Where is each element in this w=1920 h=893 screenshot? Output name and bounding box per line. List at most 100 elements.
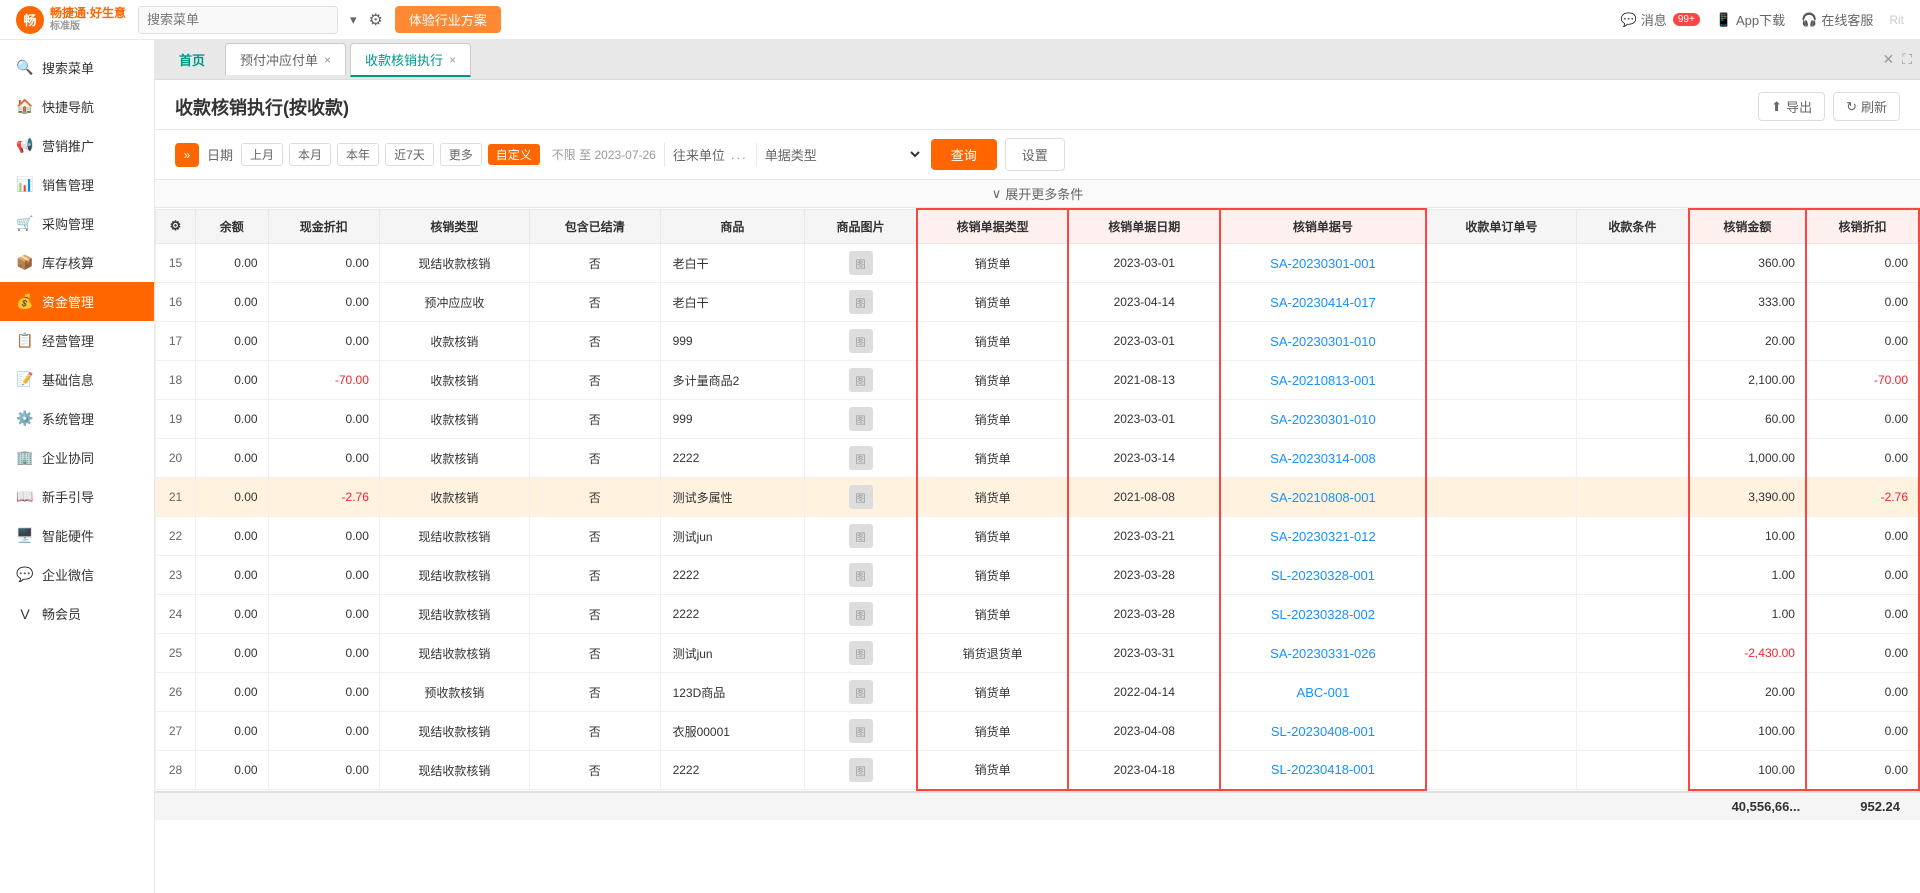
custom-date-btn[interactable]: 自定义 — [488, 144, 540, 165]
solution-button[interactable]: 体验行业方案 — [395, 6, 501, 33]
voucher-no-link[interactable]: SL-20230328-002 — [1271, 607, 1375, 622]
voucher-no-link[interactable]: SA-20230414-017 — [1270, 295, 1376, 310]
sidebar-item-guide[interactable]: 📖 新手引导 — [0, 477, 154, 516]
voucher-no-cell[interactable]: ABC-001 — [1220, 673, 1426, 712]
voucher-no-link[interactable]: SA-20230301-010 — [1270, 412, 1376, 427]
search-input[interactable] — [138, 6, 338, 34]
search-dropdown[interactable]: ▾ — [350, 12, 357, 28]
voucher-no-cell[interactable]: SA-20230301-010 — [1220, 322, 1426, 361]
online-service-link[interactable]: 🎧 在线客服 — [1801, 10, 1873, 29]
sidebar-item-finance[interactable]: 💰 资金管理 — [0, 282, 154, 321]
this-year-btn[interactable]: 本年 — [337, 143, 379, 166]
expand-more-button[interactable]: ∨ 展开更多条件 — [992, 184, 1084, 203]
voucher-no-link[interactable]: SA-20230301-001 — [1270, 256, 1376, 271]
brand-line2: 标准版 — [50, 21, 126, 33]
voucher-no-link[interactable]: SA-20230314-008 — [1270, 451, 1376, 466]
include-settled-cell: 否 — [529, 283, 660, 322]
last-month-btn[interactable]: 上月 — [241, 143, 283, 166]
sidebar-item-wechat[interactable]: 💬 企业微信 — [0, 555, 154, 594]
voucher-date-cell: 2021-08-08 — [1068, 478, 1220, 517]
voucher-no-cell[interactable]: SA-20230314-008 — [1220, 439, 1426, 478]
voucher-no-cell[interactable]: SA-20230414-017 — [1220, 283, 1426, 322]
voucher-no-link[interactable]: SA-20210813-001 — [1270, 373, 1376, 388]
query-button[interactable]: 查询 — [931, 139, 997, 170]
wechat-icon: 💬 — [16, 566, 34, 584]
voucher-no-link[interactable]: SL-20230328-001 — [1271, 568, 1375, 583]
close-window-btn[interactable]: ✕ — [1882, 51, 1894, 68]
row-no: 17 — [156, 322, 196, 361]
voucher-no-cell[interactable]: SL-20230408-001 — [1220, 712, 1426, 751]
voucher-no-link[interactable]: SA-20230331-026 — [1270, 646, 1376, 661]
voucher-no-cell[interactable]: SA-20210813-001 — [1220, 361, 1426, 400]
tab-prepay[interactable]: 预付冲应付单 × — [225, 43, 346, 76]
doc-type-label: 单据类型 — [765, 145, 817, 164]
receipt-condition-cell — [1577, 634, 1689, 673]
app-download-link[interactable]: 📱 App下载 — [1716, 10, 1785, 29]
gear-icon[interactable]: ⚙ — [369, 10, 383, 30]
table-scroll[interactable]: ⚙ 余额 现金折扣 核销类型 包含已结清 商品 商品图片 核销单据类型 核销单据… — [155, 208, 1920, 791]
sidebar-item-member[interactable]: V 畅会员 — [0, 594, 154, 633]
expand-window-btn[interactable]: ⛶ — [1902, 51, 1912, 68]
voucher-no-link[interactable]: SA-20230321-012 — [1270, 529, 1376, 544]
sidebar-item-sales[interactable]: 📊 销售管理 — [0, 165, 154, 204]
writeoff-type-cell: 收款核销 — [379, 322, 529, 361]
voucher-no-link[interactable]: ABC-001 — [1297, 685, 1350, 700]
voucher-type-cell: 销货单 — [917, 244, 1069, 283]
sidebar-item-inventory[interactable]: 📦 库存核算 — [0, 243, 154, 282]
writeoff-type-cell: 现结收款核销 — [379, 634, 529, 673]
table-row: 20 0.00 0.00 收款核销 否 2222 图 销货单 2023-03-1… — [156, 439, 1920, 478]
voucher-no-cell[interactable]: SA-20230301-010 — [1220, 400, 1426, 439]
purchase-icon: 🛒 — [16, 215, 34, 233]
more-btn[interactable]: 更多 — [440, 143, 482, 166]
writeoff-amount-cell: 100.00 — [1689, 751, 1806, 790]
sidebar-item-label: 搜索菜单 — [42, 58, 94, 77]
voucher-no-cell[interactable]: SL-20230328-001 — [1220, 556, 1426, 595]
sidebar-item-quicknav[interactable]: 🏠 快捷导航 — [0, 87, 154, 126]
doc-type-select[interactable] — [823, 146, 923, 163]
col-balance: 余额 — [196, 209, 269, 244]
sidebar-item-marketing[interactable]: 📢 营销推广 — [0, 126, 154, 165]
voucher-no-cell[interactable]: SL-20230328-002 — [1220, 595, 1426, 634]
writeoff-amount-cell: 1,000.00 — [1689, 439, 1806, 478]
col-gear[interactable]: ⚙ — [156, 209, 196, 244]
voucher-no-cell[interactable]: SA-20230301-001 — [1220, 244, 1426, 283]
last7days-btn[interactable]: 近7天 — [385, 143, 434, 166]
notification-link[interactable]: 💬 消息 99+ — [1621, 10, 1700, 29]
refresh-button[interactable]: ↻ 刷新 — [1833, 92, 1900, 121]
receipt-order-cell — [1426, 478, 1577, 517]
tab-receipt-close[interactable]: × — [449, 53, 456, 67]
tab-home[interactable]: 首页 — [163, 50, 221, 69]
filter-expand-button[interactable]: » — [175, 143, 199, 167]
voucher-no-link[interactable]: SL-20230408-001 — [1271, 724, 1375, 739]
voucher-no-link[interactable]: SL-20230418-001 — [1271, 762, 1375, 777]
export-button[interactable]: ⬆ 导出 — [1758, 92, 1825, 121]
voucher-no-cell[interactable]: SA-20230331-026 — [1220, 634, 1426, 673]
sidebar-item-operations[interactable]: 📋 经营管理 — [0, 321, 154, 360]
product-cell: 测试多属性 — [660, 478, 805, 517]
include-settled-cell: 否 — [529, 400, 660, 439]
voucher-no-link[interactable]: SA-20210808-001 — [1270, 490, 1376, 505]
receipt-condition-cell — [1577, 751, 1689, 790]
this-month-btn[interactable]: 本月 — [289, 143, 331, 166]
voucher-no-cell[interactable]: SL-20230418-001 — [1220, 751, 1426, 790]
voucher-no-cell[interactable]: SA-20230321-012 — [1220, 517, 1426, 556]
sidebar-item-hardware[interactable]: 🖥️ 智能硬件 — [0, 516, 154, 555]
voucher-no-cell[interactable]: SA-20210808-001 — [1220, 478, 1426, 517]
sidebar-item-search[interactable]: 🔍 搜索菜单 — [0, 48, 154, 87]
sidebar-item-enterprise[interactable]: 🏢 企业协同 — [0, 438, 154, 477]
sidebar-item-purchase[interactable]: 🛒 采购管理 — [0, 204, 154, 243]
voucher-no-link[interactable]: SA-20230301-010 — [1270, 334, 1376, 349]
tab-receipt[interactable]: 收款核销执行 × — [350, 43, 471, 77]
tab-prepay-close[interactable]: × — [324, 53, 331, 67]
sidebar-item-basic[interactable]: 📝 基础信息 — [0, 360, 154, 399]
product-img-cell: 图 — [805, 478, 917, 517]
writeoff-discount-cell: 0.00 — [1806, 283, 1919, 322]
writeoff-type-cell: 现结收款核销 — [379, 751, 529, 790]
include-settled-cell: 否 — [529, 751, 660, 790]
settings-button[interactable]: 设置 — [1005, 138, 1065, 171]
sidebar-item-system[interactable]: ⚙️ 系统管理 — [0, 399, 154, 438]
row-no: 18 — [156, 361, 196, 400]
filter-divider2 — [756, 143, 757, 167]
writeoff-type-cell: 预收款核销 — [379, 673, 529, 712]
row-no: 23 — [156, 556, 196, 595]
